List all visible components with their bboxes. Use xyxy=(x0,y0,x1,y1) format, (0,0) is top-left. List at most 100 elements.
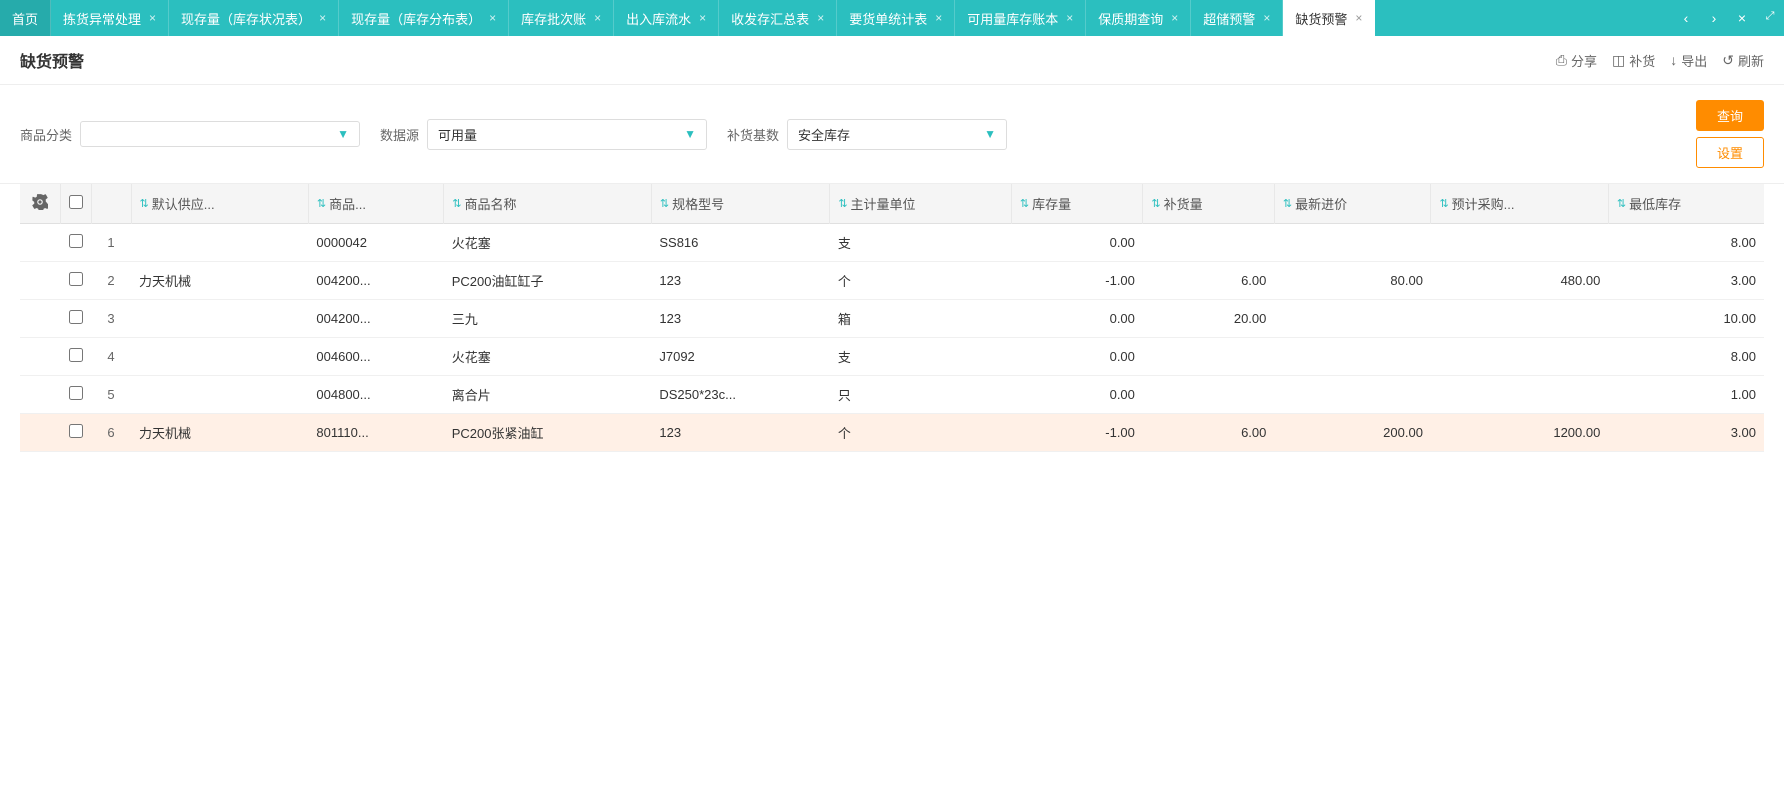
tab-inventory-status[interactable]: 现存量（库存状况表） × xyxy=(169,0,339,36)
tab-expiry-query[interactable]: 保质期查询 × xyxy=(1086,0,1191,36)
row-number: 3 xyxy=(91,300,131,338)
row-default-supplier xyxy=(131,376,308,414)
row-checkbox-cell xyxy=(60,338,91,376)
tab-inventory-dist[interactable]: 现存量（库存分布表） × xyxy=(339,0,509,36)
row-min-stock: 8.00 xyxy=(1608,338,1764,376)
th-min-stock: ⇅ 最低库存 xyxy=(1608,184,1764,224)
tab-close-overstock[interactable]: × xyxy=(1263,11,1270,25)
tab-anomaly[interactable]: 拣货异常处理 × xyxy=(51,0,169,36)
th-checkbox xyxy=(60,184,91,224)
tab-shortage[interactable]: 缺货预警 × xyxy=(1283,0,1375,36)
replenish-button[interactable]: ◫ 补货 xyxy=(1612,51,1655,70)
row-checkbox[interactable] xyxy=(69,348,83,362)
sort-icon-product-name: ⇅ xyxy=(452,197,461,210)
select-all-checkbox[interactable] xyxy=(69,195,83,209)
main-content: 缺货预警 ⎙ 分享 ◫ 补货 ↓ 导出 ↺ 刷新 商品分类 xyxy=(0,36,1784,796)
th-settings xyxy=(20,184,60,224)
tab-batch-account[interactable]: 库存批次账 × xyxy=(509,0,614,36)
row-product-code: 801110... xyxy=(308,414,443,452)
datasource-dropdown-icon: ▼ xyxy=(684,127,696,141)
th-est-purchase: ⇅ 预计采购... xyxy=(1431,184,1608,224)
row-number: 1 xyxy=(91,224,131,262)
row-checkbox[interactable] xyxy=(69,310,83,324)
row-spec: SS816 xyxy=(651,224,829,262)
row-unit: 个 xyxy=(830,262,1012,300)
row-stock: 0.00 xyxy=(1011,376,1142,414)
table-row: 4 004600... 火花塞 J7092 支 0.00 8.00 xyxy=(20,338,1764,376)
tab-nav-close-all[interactable]: × xyxy=(1728,10,1756,26)
row-default-supplier: 力天机械 xyxy=(131,414,308,452)
tab-close-inout-flow[interactable]: × xyxy=(699,11,706,25)
row-min-stock: 3.00 xyxy=(1608,414,1764,452)
tab-close-expiry-query[interactable]: × xyxy=(1171,11,1178,25)
row-replenish-qty xyxy=(1143,376,1274,414)
th-spec: ⇅ 规格型号 xyxy=(651,184,829,224)
row-product-name: 三九 xyxy=(444,300,652,338)
sort-icon-supplier: ⇅ xyxy=(140,197,149,210)
row-number: 4 xyxy=(91,338,131,376)
tab-available-ledger[interactable]: 可用量库存账本 × xyxy=(955,0,1086,36)
category-select[interactable]: ▼ xyxy=(80,121,360,147)
row-est-purchase xyxy=(1431,376,1608,414)
tab-nav-fullscreen[interactable]: ⤢ xyxy=(1756,10,1784,23)
tab-close-inventory-dist[interactable]: × xyxy=(489,11,496,25)
row-product-code: 004600... xyxy=(308,338,443,376)
query-button[interactable]: 查询 xyxy=(1696,100,1764,131)
row-replenish-qty xyxy=(1143,338,1274,376)
tab-close-shortage[interactable]: × xyxy=(1355,11,1362,25)
settings-button[interactable]: 设置 xyxy=(1696,137,1764,168)
row-spec: 123 xyxy=(651,300,829,338)
row-default-supplier xyxy=(131,338,308,376)
th-product-code: ⇅ 商品... xyxy=(308,184,443,224)
tab-close-demand-stat[interactable]: × xyxy=(935,11,942,25)
table-row: 5 004800... 离合片 DS250*23c... 只 0.00 1.00 xyxy=(20,376,1764,414)
sort-icon-unit: ⇅ xyxy=(838,197,847,210)
row-latest-price xyxy=(1274,300,1431,338)
row-min-stock: 10.00 xyxy=(1608,300,1764,338)
tab-close-batch-account[interactable]: × xyxy=(594,11,601,25)
gear-icon[interactable] xyxy=(32,194,48,210)
tab-home[interactable]: 首页 xyxy=(0,0,51,36)
row-checkbox-cell xyxy=(60,376,91,414)
category-filter-group: 商品分类 ▼ xyxy=(20,121,360,147)
tab-nav-prev[interactable]: ‹ xyxy=(1672,10,1700,26)
row-spec: 123 xyxy=(651,414,829,452)
th-default-supplier: ⇅ 默认供应... xyxy=(131,184,308,224)
replenish-base-select[interactable]: 安全库存 ▼ xyxy=(787,119,1007,150)
row-spec: DS250*23c... xyxy=(651,376,829,414)
export-button[interactable]: ↓ 导出 xyxy=(1670,51,1707,70)
row-checkbox[interactable] xyxy=(69,234,83,248)
row-stock: 0.00 xyxy=(1011,300,1142,338)
sort-icon-est-purchase: ⇅ xyxy=(1439,197,1448,210)
table-row: 3 004200... 三九 123 箱 0.00 20.00 10.00 xyxy=(20,300,1764,338)
tab-nav-next[interactable]: › xyxy=(1700,10,1728,26)
replenish-base-label: 补货基数 xyxy=(727,125,779,144)
tab-demand-stat[interactable]: 要货单统计表 × xyxy=(837,0,955,36)
row-spec: J7092 xyxy=(651,338,829,376)
row-checkbox[interactable] xyxy=(69,424,83,438)
row-replenish-qty: 6.00 xyxy=(1143,262,1274,300)
tab-overstock[interactable]: 超储预警 × xyxy=(1191,0,1283,36)
shortage-table: ⇅ 默认供应... ⇅ 商品... ⇅ 商品名称 xyxy=(20,184,1764,452)
row-product-name: 火花塞 xyxy=(444,224,652,262)
tab-inout-flow[interactable]: 出入库流水 × xyxy=(614,0,719,36)
row-product-name: 离合片 xyxy=(444,376,652,414)
datasource-select[interactable]: 可用量 ▼ xyxy=(427,119,707,150)
row-checkbox[interactable] xyxy=(69,272,83,286)
tab-close-receipt-summary[interactable]: × xyxy=(817,11,824,25)
row-number: 2 xyxy=(91,262,131,300)
page-title: 缺货预警 xyxy=(20,48,1556,72)
tab-receipt-summary[interactable]: 收发存汇总表 × xyxy=(719,0,837,36)
tab-close-anomaly[interactable]: × xyxy=(149,11,156,25)
row-settings-cell xyxy=(20,338,60,376)
table-row: 6 力天机械 801110... PC200张紧油缸 123 个 -1.00 6… xyxy=(20,414,1764,452)
row-product-name: PC200油缸缸子 xyxy=(444,262,652,300)
row-replenish-qty: 6.00 xyxy=(1143,414,1274,452)
row-stock: -1.00 xyxy=(1011,262,1142,300)
tab-close-available-ledger[interactable]: × xyxy=(1066,11,1073,25)
datasource-select-value: 可用量 xyxy=(438,125,477,144)
refresh-button[interactable]: ↺ 刷新 xyxy=(1722,51,1764,70)
share-button[interactable]: ⎙ 分享 xyxy=(1556,51,1597,70)
row-checkbox[interactable] xyxy=(69,386,83,400)
tab-close-inventory-status[interactable]: × xyxy=(319,11,326,25)
